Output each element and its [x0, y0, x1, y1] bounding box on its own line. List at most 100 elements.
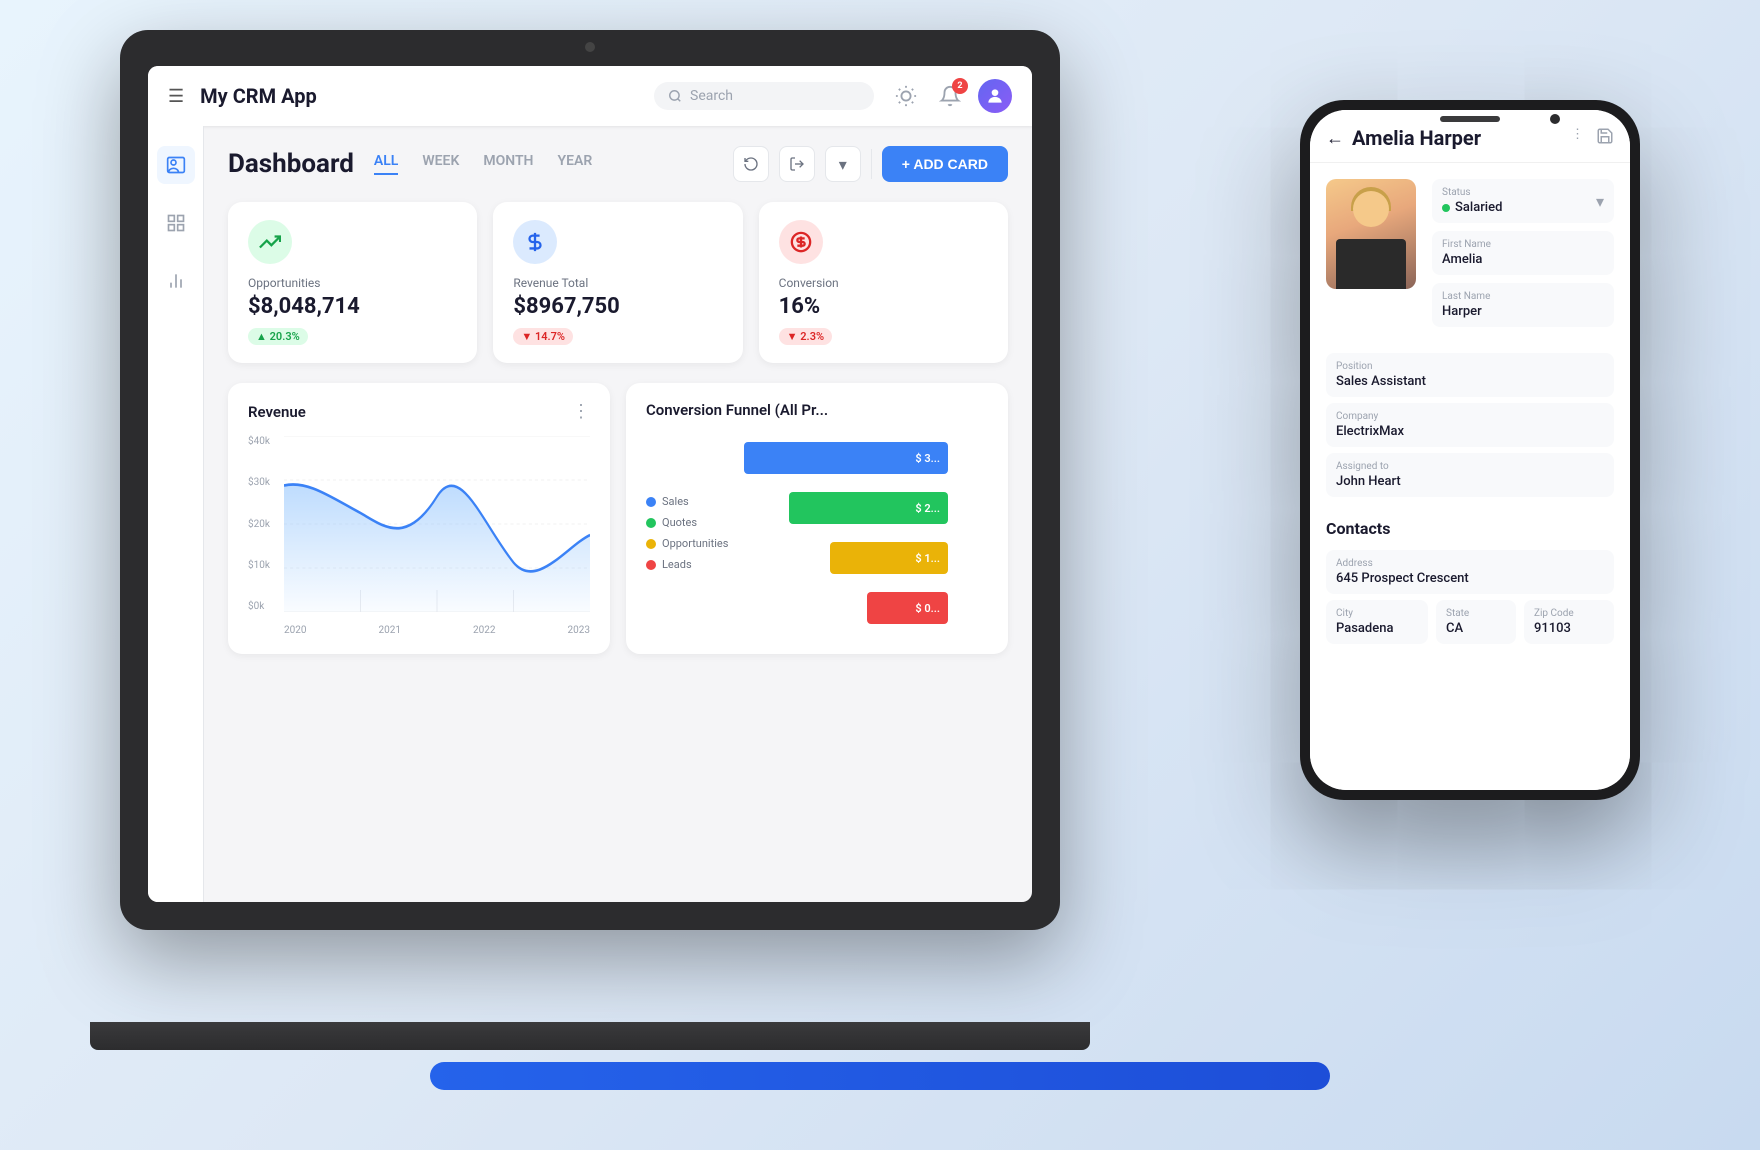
sun-icon[interactable]	[890, 80, 922, 112]
tab-bar: ALL WEEK MONTH YEAR	[374, 153, 713, 175]
dropdown-arrow-button[interactable]: ▾	[825, 146, 861, 182]
dashboard-actions: ▾ + ADD CARD	[733, 146, 1008, 182]
company-value: ElectrixMax	[1336, 424, 1604, 439]
laptop-body: ☰ My CRM App Search	[120, 30, 1060, 930]
import-button[interactable]	[779, 146, 815, 182]
stat-card-opportunities: Opportunities $8,048,714 ▲ 20.3%	[228, 202, 477, 363]
page-title: Dashboard	[228, 149, 354, 179]
opportunities-value: $8,048,714	[248, 294, 457, 319]
y-axis: $40k $30k $20k $10k $0k	[248, 436, 270, 612]
revenue-chart-title: Revenue	[248, 403, 306, 421]
status-label: Status	[1442, 187, 1502, 198]
state-value: CA	[1446, 621, 1506, 636]
phone-speaker	[1440, 116, 1500, 122]
company-label: Company	[1336, 411, 1604, 422]
search-icon	[668, 89, 682, 103]
conversion-label: Conversion	[779, 276, 988, 290]
funnel-bar-opportunities: $ 1...	[830, 542, 948, 574]
header-divider	[871, 149, 872, 179]
address-row: City Pasadena State CA Zip Code 91103	[1326, 600, 1614, 644]
avatar[interactable]	[978, 79, 1012, 113]
opportunities-badge: ▲ 20.3%	[248, 328, 308, 345]
search-box[interactable]: Search	[654, 82, 874, 110]
stat-card-conversion: Conversion 16% ▼ 2.3%	[759, 202, 1008, 363]
funnel-chart-header: Conversion Funnel (All Pr...	[646, 401, 988, 419]
opportunities-label: Opportunities	[248, 276, 457, 290]
more-options-icon[interactable]: ⋮	[1571, 127, 1584, 149]
stat-card-revenue: Revenue Total $8967,750 ▼ 14.7%	[493, 202, 742, 363]
first-name-field: First Name Amelia	[1432, 231, 1614, 275]
laptop-base	[90, 1022, 1090, 1050]
status-value: Salaried	[1455, 200, 1502, 215]
profile-section: Status Salaried ▾ First Na	[1326, 179, 1614, 333]
app-title: My CRM App	[200, 84, 638, 108]
assigned-label: Assigned to	[1336, 461, 1604, 472]
funnel-chart-card: Conversion Funnel (All Pr... Sales	[626, 383, 1008, 654]
company-field: Company ElectrixMax	[1326, 403, 1614, 447]
back-button[interactable]: ←	[1326, 128, 1344, 149]
funnel-bar-sales: $ 3...	[744, 442, 948, 474]
address-field: Address 645 Prospect Crescent	[1326, 550, 1614, 594]
app-header: ☰ My CRM App Search	[148, 66, 1032, 126]
last-name-value: Harper	[1442, 304, 1604, 319]
revenue-chart-header: Revenue ⋮	[248, 401, 590, 422]
save-icon[interactable]	[1596, 127, 1614, 149]
add-card-button[interactable]: + ADD CARD	[882, 146, 1008, 182]
opportunities-icon	[248, 220, 292, 264]
city-field: City Pasadena	[1326, 600, 1428, 644]
tab-year[interactable]: YEAR	[557, 153, 592, 175]
revenue-icon	[513, 220, 557, 264]
zip-value: 91103	[1534, 621, 1604, 636]
bottom-bar	[430, 1062, 1330, 1090]
dashboard-header: Dashboard ALL WEEK MONTH YEAR	[228, 146, 1008, 182]
sidebar-item-list[interactable]	[157, 204, 195, 242]
tab-all[interactable]: ALL	[374, 153, 398, 175]
search-placeholder: Search	[690, 88, 733, 104]
zip-field: Zip Code 91103	[1524, 600, 1614, 644]
status-dropdown-icon[interactable]: ▾	[1596, 192, 1604, 211]
header-icons: 2	[890, 79, 1012, 113]
contact-fields: Status Salaried ▾ First Na	[1432, 179, 1614, 333]
tab-week[interactable]: WEEK	[422, 153, 459, 175]
state-field: State CA	[1436, 600, 1516, 644]
contact-detail-view: ← Amelia Harper ⋮	[1310, 110, 1630, 790]
revenue-chart-menu[interactable]: ⋮	[572, 401, 590, 422]
funnel-chart: Sales Quotes Opportunities	[646, 433, 988, 633]
laptop-screen: ☰ My CRM App Search	[148, 66, 1032, 902]
sidebar	[148, 126, 204, 902]
position-field: Position Sales Assistant	[1326, 353, 1614, 397]
funnel-legend: Sales Quotes Opportunities	[646, 433, 728, 633]
legend-quotes: Quotes	[646, 516, 728, 529]
revenue-chart-card: Revenue ⋮ $40k $30k $20k $10k	[228, 383, 610, 654]
position-value: Sales Assistant	[1336, 374, 1604, 389]
address-value: 645 Prospect Crescent	[1336, 571, 1604, 586]
sidebar-item-contacts[interactable]	[157, 146, 195, 184]
main-content: Dashboard ALL WEEK MONTH YEAR	[204, 126, 1032, 902]
revenue-badge: ▼ 14.7%	[513, 328, 573, 345]
first-name-value: Amelia	[1442, 252, 1604, 267]
funnel-chart-title: Conversion Funnel (All Pr...	[646, 401, 828, 419]
state-label: State	[1446, 608, 1506, 619]
notification-bell[interactable]: 2	[934, 80, 966, 112]
assigned-field: Assigned to John Heart	[1326, 453, 1614, 497]
status-indicator	[1442, 204, 1450, 212]
revenue-label: Revenue Total	[513, 276, 722, 290]
sidebar-item-charts[interactable]	[157, 262, 195, 300]
status-field: Status Salaried ▾	[1432, 179, 1614, 223]
contact-avatar	[1326, 179, 1416, 289]
laptop-device: ☰ My CRM App Search	[120, 30, 1060, 1050]
conversion-value: 16%	[779, 294, 988, 319]
refresh-button[interactable]	[733, 146, 769, 182]
position-label: Position	[1336, 361, 1604, 372]
crm-app: ☰ My CRM App Search	[148, 66, 1032, 902]
last-name-field: Last Name Harper	[1432, 283, 1614, 327]
hamburger-icon[interactable]: ☰	[168, 86, 184, 107]
city-value: Pasadena	[1336, 621, 1418, 636]
legend-leads: Leads	[646, 558, 728, 571]
tab-month[interactable]: MONTH	[483, 153, 533, 175]
contact-nav-icons: ⋮	[1571, 127, 1614, 149]
notification-badge: 2	[952, 78, 968, 94]
phone-body: ← Amelia Harper ⋮	[1300, 100, 1640, 800]
phone-device: ← Amelia Harper ⋮	[1300, 100, 1640, 800]
funnel-bar-quotes: $ 2...	[789, 492, 948, 524]
